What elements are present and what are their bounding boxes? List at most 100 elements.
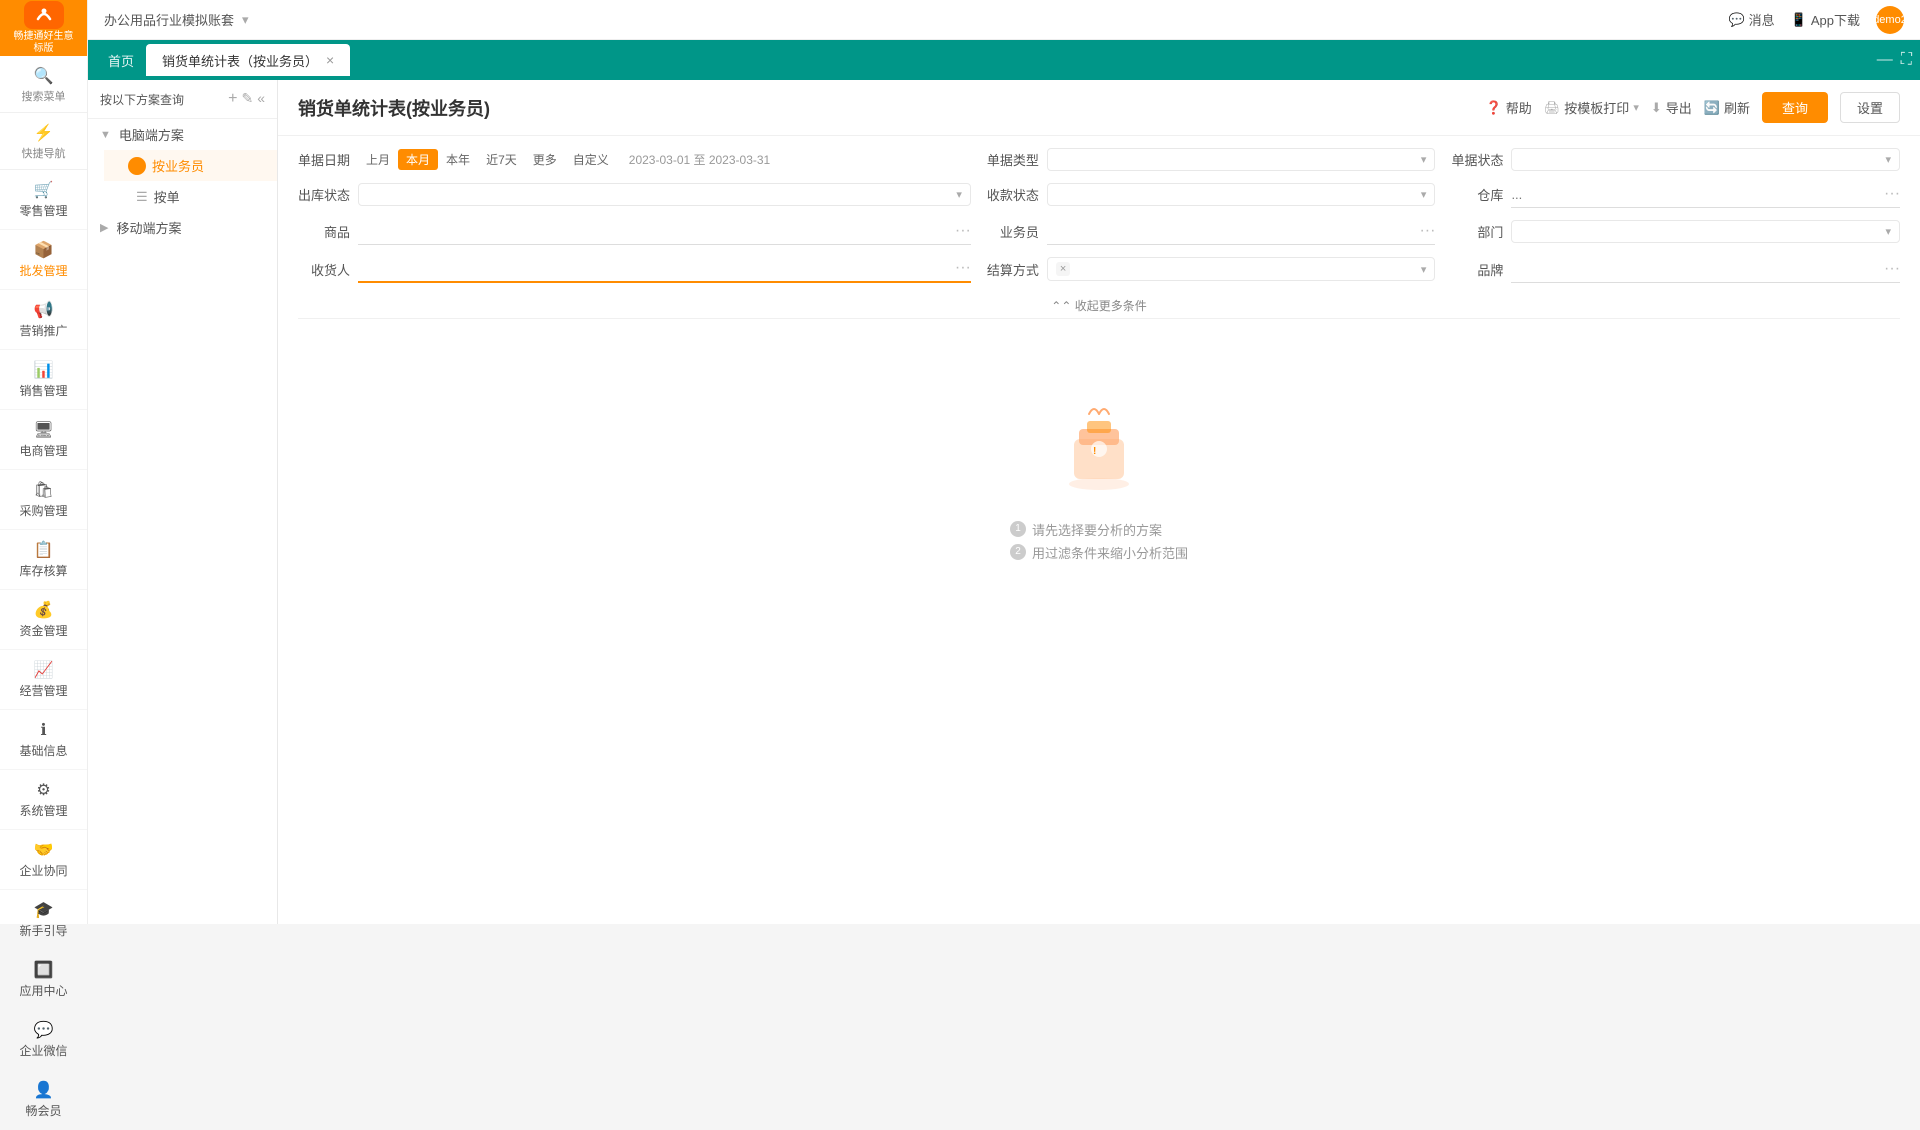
paymentstatus-select[interactable]: ▾ <box>1047 183 1436 206</box>
purchase-icon: 🛍 <box>33 480 53 500</box>
department-select[interactable]: ▾ <box>1511 220 1900 243</box>
main-area: 办公用品行业模拟账套 ▾ 💬 消息 📱 App下载 demo2 首页 销货单统计… <box>88 0 1920 924</box>
filter-department-item: 部门 ▾ <box>1451 220 1900 243</box>
settlement-select[interactable]: × ▾ <box>1047 257 1436 281</box>
sidebar-item-newbie[interactable]: 🎓 新手引导 <box>0 890 87 950</box>
department-label: 部门 <box>1451 222 1503 241</box>
sidebar-item-apps[interactable]: 🔲 应用中心 <box>0 950 87 1010</box>
sidebar-item-wechat[interactable]: 💬 企业微信 <box>0 1010 87 1070</box>
brand-input[interactable] <box>1511 261 1884 276</box>
user-avatar[interactable]: demo2 <box>1876 6 1904 34</box>
filter-settlement-item: 结算方式 × ▾ <box>987 257 1436 281</box>
help-button[interactable]: ❓ 帮助 <box>1486 98 1532 117</box>
tab-minimize-icon[interactable]: — <box>1877 51 1893 69</box>
date-btn-last-month[interactable]: 上月 <box>358 149 398 170</box>
warehouse-dots-icon[interactable]: ··· <box>1884 185 1900 203</box>
edit-scheme-button[interactable]: ✎ <box>241 90 253 108</box>
sidebar-item-inventory[interactable]: 📋 库存核算 <box>0 530 87 590</box>
docstatus-dropdown-icon: ▾ <box>1885 153 1891 166</box>
app-download-button[interactable]: 📱 App下载 <box>1791 10 1860 29</box>
tree-group-desktop-children: 按业务员 ☰ 按单 <box>88 150 277 212</box>
tab-sales-stats[interactable]: 销货单统计表（按业务员） × <box>146 44 350 76</box>
tree-group-mobile[interactable]: ▶ 移动端方案 <box>88 212 277 243</box>
sidebar-item-retail[interactable]: 🛒 零售管理 <box>0 170 87 230</box>
warehouse-input[interactable] <box>1511 187 1884 202</box>
outstatus-dropdown-icon: ▾ <box>956 188 962 201</box>
brand-label: 品牌 <box>1451 260 1503 279</box>
collapse-button[interactable]: ⌃⌃ 收起更多条件 <box>1051 297 1146 314</box>
doctype-select[interactable]: ▾ <box>1047 148 1436 171</box>
newbie-icon: 🎓 <box>34 900 54 920</box>
tab-maximize-icon[interactable]: ⛶ <box>1901 51 1912 69</box>
scheme-salesperson[interactable]: 按业务员 <box>104 150 277 181</box>
date-btn-this-year[interactable]: 本年 <box>438 149 478 170</box>
collapse-panel-button[interactable]: « <box>257 90 265 108</box>
date-label: 单据日期 <box>298 150 350 169</box>
export-button[interactable]: ⬇ 导出 <box>1651 98 1692 117</box>
sidebar-item-member[interactable]: 👤 畅会员 <box>0 1070 87 1130</box>
refresh-button[interactable]: 🔄 刷新 <box>1704 98 1750 117</box>
print-dropdown-icon[interactable]: ▾ <box>1633 101 1639 114</box>
settlement-dropdown-icon: ▾ <box>1421 263 1427 276</box>
doctype-dropdown-icon: ▾ <box>1421 153 1427 166</box>
receiver-dots-icon[interactable]: ··· <box>955 259 971 277</box>
filter-row-1: 单据日期 上月 本月 本年 近7天 更多 自定义 2023-03-01 至 20… <box>298 148 1900 171</box>
sidebar-item-finance[interactable]: 💰 资金管理 <box>0 590 87 650</box>
operations-icon: 📈 <box>34 660 54 680</box>
salesperson-dots-icon[interactable]: ··· <box>1419 222 1435 240</box>
add-scheme-button[interactable]: + <box>228 90 237 108</box>
tab-close-icon[interactable]: × <box>326 52 334 68</box>
refresh-icon: 🔄 <box>1704 100 1720 116</box>
export-icon: ⬇ <box>1651 100 1662 116</box>
salesperson-input[interactable] <box>1047 224 1420 239</box>
warehouse-input-wrap: ··· <box>1511 181 1900 208</box>
date-btn-this-month[interactable]: 本月 <box>398 149 438 170</box>
shortcut-nav-item[interactable]: ⚡ 快捷导航 <box>0 113 87 170</box>
filter-docstatus-item: 单据状态 ▾ <box>1451 148 1900 171</box>
date-btn-more[interactable]: 更多 <box>525 149 565 170</box>
settlement-tag-x-btn[interactable]: × <box>1060 263 1066 275</box>
finance-icon: 💰 <box>34 600 54 620</box>
query-button[interactable]: 查询 <box>1762 92 1828 123</box>
sidebar-item-enterprise[interactable]: 🤝 企业协同 <box>0 830 87 890</box>
right-content: 销货单统计表(按业务员) ❓ 帮助 🖨 按模板打印 ▾ ⬇ 导出 <box>278 80 1920 924</box>
help-icon: ❓ <box>1486 100 1502 116</box>
collapse-row: ⌃⌃ 收起更多条件 <box>298 293 1900 318</box>
department-dropdown-icon: ▾ <box>1885 225 1891 238</box>
system-icon: ⚙ <box>36 780 50 800</box>
settlement-label: 结算方式 <box>987 260 1039 279</box>
sidebar-item-basics[interactable]: ℹ 基础信息 <box>0 710 87 770</box>
date-btn-7days[interactable]: 近7天 <box>478 149 525 170</box>
filter-date-item: 单据日期 上月 本月 本年 近7天 更多 自定义 2023-03-01 至 20… <box>298 149 971 170</box>
product-input[interactable] <box>358 224 955 239</box>
docstatus-select[interactable]: ▾ <box>1511 148 1900 171</box>
tree-group-desktop[interactable]: ▼ 电脑端方案 <box>88 119 277 150</box>
doctype-label: 单据类型 <box>987 150 1039 169</box>
setting-button[interactable]: 设置 <box>1840 92 1900 123</box>
filter-product-item: 商品 ··· <box>298 218 971 245</box>
receiver-label: 收货人 <box>298 260 350 279</box>
left-panel: 按以下方案查询 + ✎ « ▼ 电脑端方案 按业务员 ☰ 按单 <box>88 80 278 924</box>
receiver-input[interactable] <box>358 261 955 276</box>
sidebar-item-sales[interactable]: 📊 销售管理 <box>0 350 87 410</box>
sidebar-item-operations[interactable]: 📈 经营管理 <box>0 650 87 710</box>
paymentstatus-label: 收款状态 <box>987 185 1039 204</box>
sidebar-item-wholesale[interactable]: 📦 批发管理 <box>0 230 87 290</box>
empty-tips: 1 请先选择要分析的方案 2 用过滤条件来缩小分析范围 <box>1010 519 1188 566</box>
sidebar-item-purchase[interactable]: 🛍 采购管理 <box>0 470 87 530</box>
scheme-order[interactable]: ☰ 按单 <box>104 181 277 212</box>
brand-dots-icon[interactable]: ··· <box>1884 260 1900 278</box>
search-menu-item[interactable]: 🔍 搜索菜单 <box>0 56 87 113</box>
print-button[interactable]: 🖨 按模板打印 ▾ <box>1544 98 1639 117</box>
sidebar-item-marketing[interactable]: 📢 营销推广 <box>0 290 87 350</box>
wholesale-icon: 📦 <box>34 240 54 260</box>
date-btn-custom[interactable]: 自定义 <box>565 149 617 170</box>
message-button[interactable]: 💬 消息 <box>1728 10 1774 29</box>
outstatus-select[interactable]: ▾ <box>358 183 971 206</box>
tab-home[interactable]: 首页 <box>96 51 146 70</box>
product-dots-icon[interactable]: ··· <box>955 222 971 240</box>
warehouse-label: 仓库 <box>1451 185 1503 204</box>
sidebar-item-ecommerce[interactable]: 🖥 电商管理 <box>0 410 87 470</box>
sidebar-item-system[interactable]: ⚙ 系统管理 <box>0 770 87 830</box>
header-dropdown-icon[interactable]: ▾ <box>242 12 249 28</box>
